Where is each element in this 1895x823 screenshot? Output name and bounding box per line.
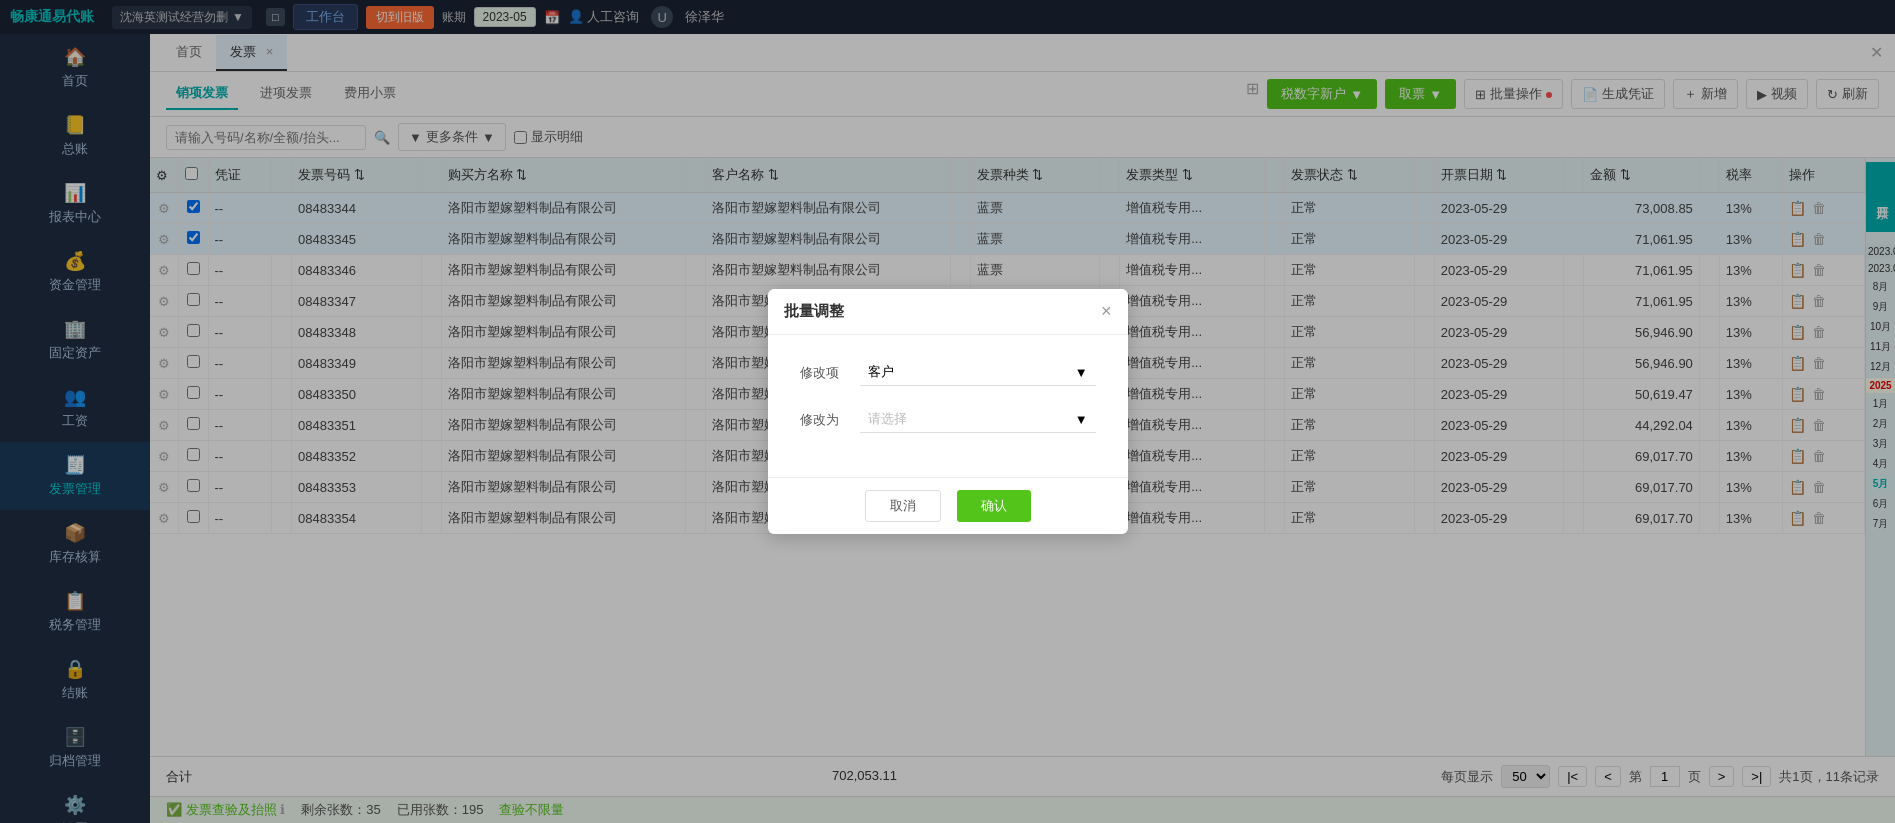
field-row: 修改项 客户 ▼ xyxy=(800,359,1096,386)
field-value: 客户 xyxy=(868,363,894,381)
confirm-button[interactable]: 确认 xyxy=(957,490,1031,522)
modal-header: 批量调整 × xyxy=(768,289,1128,335)
value-label: 修改为 xyxy=(800,411,860,429)
value-dropdown-icon: ▼ xyxy=(1075,412,1088,427)
value-select[interactable]: 请选择 ▼ xyxy=(860,406,1096,433)
value-row: 修改为 请选择 ▼ xyxy=(800,406,1096,433)
modal-body: 修改项 客户 ▼ 修改为 请选择 ▼ xyxy=(768,335,1128,477)
field-dropdown-icon: ▼ xyxy=(1075,365,1088,380)
field-label: 修改项 xyxy=(800,364,860,382)
cancel-button[interactable]: 取消 xyxy=(865,490,941,522)
modal-close-button[interactable]: × xyxy=(1101,301,1112,322)
field-select[interactable]: 客户 ▼ xyxy=(860,359,1096,386)
modal-overlay: 批量调整 × 修改项 客户 ▼ 修改为 请选择 ▼ 取消 确认 xyxy=(0,0,1895,823)
modal-title: 批量调整 xyxy=(784,302,844,321)
batch-adjust-modal: 批量调整 × 修改项 客户 ▼ 修改为 请选择 ▼ 取消 确认 xyxy=(768,289,1128,534)
modal-footer: 取消 确认 xyxy=(768,477,1128,534)
value-placeholder: 请选择 xyxy=(868,410,907,428)
